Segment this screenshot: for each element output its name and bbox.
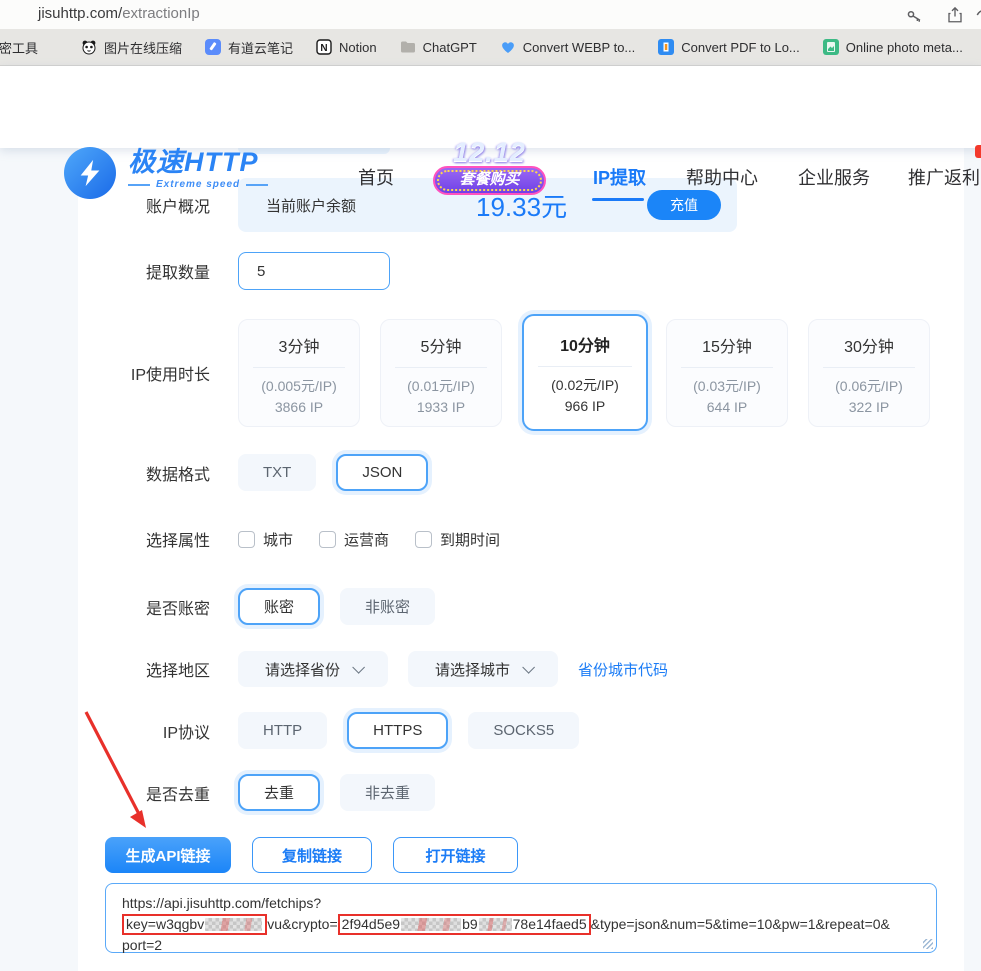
share-icon[interactable] xyxy=(946,6,964,24)
attributes-row: 选择属性 城市 运营商 到期时间 xyxy=(78,528,526,550)
api-url-textarea[interactable]: https://api.jisuhttp.com/fetchips? key=w… xyxy=(105,883,937,953)
auth-label: 是否账密 xyxy=(145,600,210,618)
actions-row: 生成API链接 复制链接 打开链接 xyxy=(105,837,518,873)
quantity-row: 提取数量 xyxy=(78,252,390,290)
blurred-crypto-segment xyxy=(478,917,512,931)
bookmark-convert-webp[interactable]: Convert WEBP to... xyxy=(500,39,635,55)
copy-link-button[interactable]: 复制链接 xyxy=(252,837,372,873)
checkbox-box xyxy=(415,530,433,548)
duration-option-30min[interactable]: 30分钟 (0.06元/IP) 322 IP xyxy=(808,318,930,427)
format-option-json-selected[interactable]: JSON xyxy=(336,454,429,491)
dedup-option-dedup-selected[interactable]: 去重 xyxy=(238,774,321,811)
protocol-label: IP协议 xyxy=(162,724,210,742)
note-pen-icon xyxy=(205,39,222,55)
dedup-row: 是否去重 去重 非去重 xyxy=(78,774,455,811)
region-label: 选择地区 xyxy=(145,663,210,680)
duration-option-3min[interactable]: 3分钟 (0.005元/IP) 3866 IP xyxy=(238,318,360,427)
protocol-row: IP协议 HTTP HTTPS SOCKS5 xyxy=(78,712,599,749)
nav-enterprise[interactable]: 企业服务 xyxy=(798,164,870,190)
nav-help-center[interactable]: 帮助中心 xyxy=(686,164,758,190)
api-url-line2: key=w3qgbv vu&crypto= 2f94d5e9 b9 78e14faed5… xyxy=(122,913,920,935)
bookmark-notion[interactable]: N Notion xyxy=(316,39,377,55)
logo-subtitle: Extreme speed xyxy=(128,179,269,190)
duration-option-10min-selected[interactable]: 10分钟 (0.02元/IP) 966 IP xyxy=(522,314,648,431)
format-label: 数据格式 xyxy=(145,466,210,484)
extraction-form-card: 账户概况 当前账户余额 19.33元 充值 提取数量 IP使用时长 3分钟 (0… xyxy=(78,148,964,971)
key-highlight-box: key=w3qgbv xyxy=(122,913,268,935)
dedup-label: 是否去重 xyxy=(145,786,210,804)
generate-api-link-button[interactable]: 生成API链接 xyxy=(105,837,231,873)
bookmark-encrypt-tool[interactable]: 加密工具 xyxy=(0,38,58,57)
open-link-button[interactable]: 打开链接 xyxy=(393,837,518,873)
folder-icon xyxy=(400,41,415,53)
lightning-logo-icon xyxy=(64,147,116,199)
city-select[interactable]: 请选择城市 xyxy=(408,651,558,687)
textarea-resize-handle[interactable] xyxy=(923,939,933,949)
notion-icon: N xyxy=(316,39,332,55)
checkbox-box xyxy=(238,530,255,548)
pdf-converter-icon xyxy=(658,39,675,55)
checkbox-box xyxy=(319,530,337,548)
bookmark-chatgpt-folder[interactable]: ChatGPT xyxy=(400,39,477,55)
checkbox-carrier[interactable]: 运营商 xyxy=(319,529,389,550)
nav-home[interactable]: 首页 xyxy=(358,164,394,190)
auth-option-no-credentials[interactable]: 非账密 xyxy=(340,588,436,625)
password-key-icon[interactable] xyxy=(905,6,923,24)
promo-date: 12.12 xyxy=(453,137,526,167)
checkbox-expire-time[interactable]: 到期时间 xyxy=(415,529,500,550)
duration-option-15min[interactable]: 15分钟 (0.03元/IP) 644 IP xyxy=(666,318,788,427)
sidebar-icon[interactable] xyxy=(975,6,981,24)
bookmark-image-compress[interactable]: 图片在线压缩 xyxy=(81,38,182,57)
protocol-option-http[interactable]: HTTP xyxy=(238,712,328,749)
protocol-option-https-selected[interactable]: HTTPS xyxy=(347,712,449,749)
province-city-code-link[interactable]: 省份城市代码 xyxy=(578,659,668,680)
site-logo[interactable]: 极速HTTP Extreme speed xyxy=(64,147,269,199)
chevron-down-icon xyxy=(352,660,365,674)
nav-active-underline xyxy=(592,198,644,201)
balance-label: 当前账户余额 xyxy=(266,197,357,215)
protocol-option-socks5[interactable]: SOCKS5 xyxy=(468,712,580,749)
attributes-label: 选择属性 xyxy=(145,533,210,550)
bookmark-convert-pdf[interactable]: Convert PDF to Lo... xyxy=(658,39,800,55)
nav-referral[interactable]: 推广返利 xyxy=(908,164,980,190)
format-row: 数据格式 TXT JSON xyxy=(78,454,448,491)
region-row: 选择地区 请选择省份 请选择城市 省份城市代码 xyxy=(78,651,668,687)
blurred-crypto-segment xyxy=(401,917,462,931)
api-url-line1: https://api.jisuhttp.com/fetchips? xyxy=(122,895,322,911)
browser-url-bar: jisuhttp.com/extractionIp xyxy=(0,0,981,29)
notification-badge xyxy=(975,145,981,158)
province-select[interactable]: 请选择省份 xyxy=(238,651,388,687)
format-option-txt[interactable]: TXT xyxy=(238,454,317,491)
photo-meta-icon xyxy=(822,39,839,55)
blurred-key-segment xyxy=(205,917,263,931)
checkbox-city[interactable]: 城市 xyxy=(238,529,293,550)
duration-label: IP使用时长 xyxy=(130,366,210,384)
url-path: extractionIp xyxy=(122,5,200,22)
crypto-highlight-box: 2f94d5e9 b9 78e14faed5 xyxy=(337,913,591,935)
auth-option-credentials-selected[interactable]: 账密 xyxy=(238,588,321,625)
bookmarks-bar: 加密工具 图片在线压缩 有道云笔记 N Notion ChatGPT Conve… xyxy=(0,29,981,66)
promo-pill: 套餐购买 xyxy=(433,166,546,195)
api-url-line3: port=2 xyxy=(122,936,163,953)
address-bar[interactable]: jisuhttp.com/extractionIp xyxy=(38,5,200,22)
nav-ip-extract[interactable]: IP提取 xyxy=(593,164,646,190)
bookmark-photo-meta[interactable]: Online photo meta... xyxy=(822,39,963,55)
svg-text:N: N xyxy=(320,43,327,54)
recharge-button[interactable]: 充值 xyxy=(647,190,721,220)
quantity-label: 提取数量 xyxy=(145,265,210,282)
site-header: 极速HTTP Extreme speed 首页 12.12 套餐购买 IP提取 … xyxy=(0,66,981,201)
blue-heart-icon xyxy=(501,42,514,53)
duration-option-5min[interactable]: 5分钟 (0.01元/IP) 1933 IP xyxy=(380,318,502,427)
dedup-option-no-dedup[interactable]: 非去重 xyxy=(340,774,436,811)
panda-icon xyxy=(82,40,96,55)
chevron-down-icon xyxy=(522,660,535,674)
url-host: jisuhttp.com/ xyxy=(38,5,123,22)
quantity-input[interactable] xyxy=(238,252,390,290)
logo-title: 极速HTTP xyxy=(128,147,259,177)
duration-row: IP使用时长 3分钟 (0.005元/IP) 3866 IP 5分钟 (0.01… xyxy=(78,314,950,431)
promo-badge-1212[interactable]: 12.12 套餐购买 xyxy=(433,139,546,195)
auth-row: 是否账密 账密 非账密 xyxy=(78,588,455,625)
bookmark-youdao-note[interactable]: 有道云笔记 xyxy=(205,38,293,57)
